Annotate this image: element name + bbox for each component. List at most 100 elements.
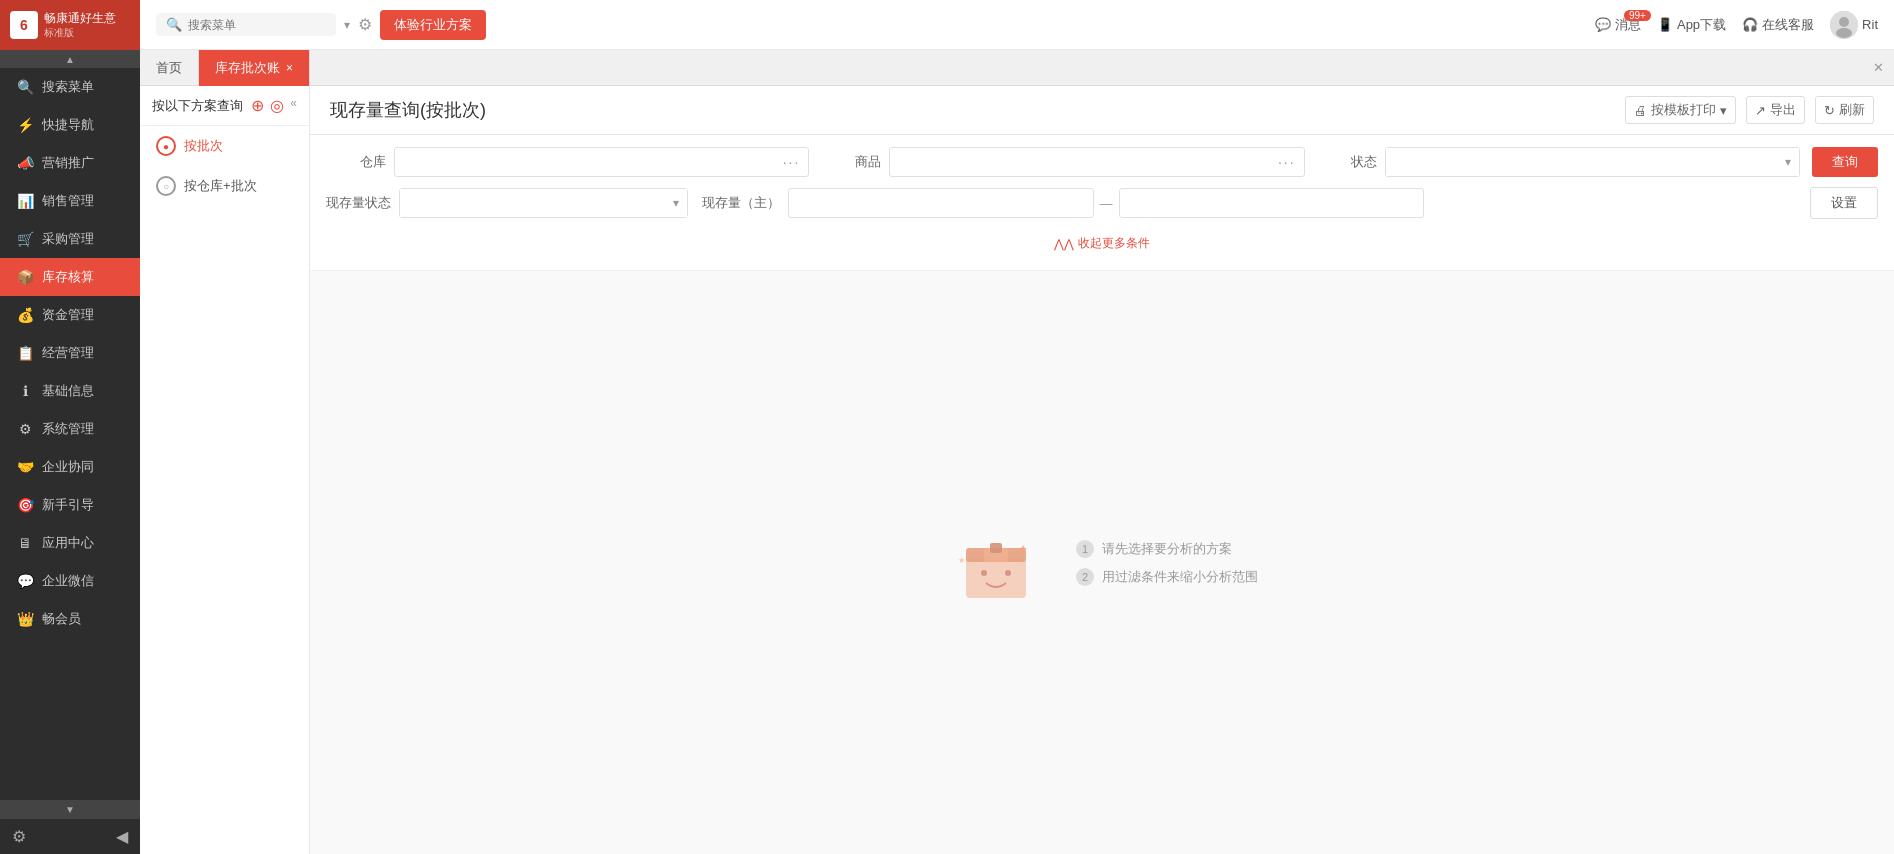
member-icon: 👑: [16, 610, 34, 628]
footer-collapse-icon[interactable]: ◀: [116, 827, 128, 846]
sidebar-item-purchase[interactable]: 🛒 采购管理: [0, 220, 140, 258]
svg-point-8: [1005, 570, 1011, 576]
filter-row-2: 现存量状态 ▾ 现存量（主） —: [326, 187, 1878, 219]
sidebar-item-operations[interactable]: 📋 经营管理: [0, 334, 140, 372]
sidebar-brand: 畅康通好生意 标准版: [44, 10, 116, 41]
topbar-search-box[interactable]: 🔍: [156, 13, 336, 36]
empty-state: ✦ ★ 1 请先选择要分析的方案 2 用过滤条件来缩小分析范围: [310, 271, 1894, 854]
collapse-bar[interactable]: ⋀⋀ 收起更多条件: [326, 229, 1878, 258]
finance-icon: 💰: [16, 306, 34, 324]
refresh-button[interactable]: ↻ 刷新: [1815, 96, 1874, 124]
svg-point-2: [1836, 28, 1852, 38]
collapse-panel-icon[interactable]: «: [290, 96, 297, 115]
inventory-status-select[interactable]: [400, 189, 687, 217]
right-panel: 现存量查询(按批次) 🖨 按模板打印 ▾ ↗ 导出 ↻ 刷新: [310, 86, 1894, 854]
filter-inventory-status: 现存量状态 ▾: [326, 188, 688, 218]
main-area: 🔍 ▾ ⚙ 体验行业方案 💬 消息 99+ 📱 App下载 🎧 在线客服: [140, 0, 1894, 854]
service-icon: 🎧: [1742, 17, 1758, 32]
guide-icon: 🎯: [16, 496, 34, 514]
sidebar-scroll-up[interactable]: ▲: [0, 50, 140, 68]
sidebar-item-wechat[interactable]: 💬 企业微信: [0, 562, 140, 600]
export-button[interactable]: ↗ 导出: [1746, 96, 1805, 124]
sidebar-header: 6 畅康通好生意 标准版: [0, 0, 140, 50]
tab-expand-button[interactable]: ✕: [1863, 60, 1894, 75]
app-download-icon: 📱: [1657, 17, 1673, 32]
filter-area: 仓库 ··· 商品 ···: [310, 135, 1894, 271]
svg-point-7: [981, 570, 987, 576]
page-content: 按以下方案查询 ⊕ ◎ « ● 按批次 ○ 按仓库+批次: [140, 86, 1894, 854]
message-icon: 💬: [1595, 17, 1611, 32]
qty-min-input[interactable]: [788, 188, 1094, 218]
query-button[interactable]: 查询: [1812, 147, 1878, 177]
topbar-chevron-icon[interactable]: ▾: [344, 18, 350, 32]
filter-product: 商品 ···: [821, 147, 1304, 177]
topbar-search-input[interactable]: [188, 18, 308, 32]
print-icon: 🖨: [1634, 103, 1647, 118]
sidebar-scroll-down[interactable]: ▼: [0, 800, 140, 818]
sidebar-item-member[interactable]: 👑 畅会员: [0, 600, 140, 638]
scheme-inactive-dot: ○: [156, 176, 176, 196]
filter-row-1: 仓库 ··· 商品 ···: [326, 147, 1878, 177]
sidebar-item-inventory-label: 库存核算: [42, 268, 94, 286]
product-input-box[interactable]: ···: [889, 147, 1304, 177]
warehouse-input-box[interactable]: ···: [394, 147, 809, 177]
system-icon: ⚙: [16, 420, 34, 438]
sidebar-item-finance[interactable]: 💰 资金管理: [0, 296, 140, 334]
sidebar-item-sales[interactable]: 📊 销售管理: [0, 182, 140, 220]
add-scheme-icon[interactable]: ⊕: [251, 96, 264, 115]
status-select[interactable]: [1386, 148, 1799, 176]
sidebar-item-collab[interactable]: 🤝 企业协同: [0, 448, 140, 486]
settings-scheme-icon[interactable]: ◎: [270, 96, 284, 115]
status-select-wrapper: ▾: [1385, 147, 1800, 177]
messages-button[interactable]: 💬 消息 99+: [1595, 16, 1641, 34]
tab-home[interactable]: 首页: [140, 50, 199, 86]
sidebar-item-finance-label: 资金管理: [42, 306, 94, 324]
print-chevron-icon: ▾: [1720, 103, 1727, 118]
left-panel-items: ● 按批次 ○ 按仓库+批次: [140, 126, 309, 854]
sidebar-item-search-label: 搜索菜单: [42, 78, 94, 96]
sidebar-item-baseinfo-label: 基础信息: [42, 382, 94, 400]
scheme-active-dot: ●: [156, 136, 176, 156]
filter-inventory-qty: 现存量（主） —: [700, 188, 1424, 218]
scheme-item-warehouse-batch[interactable]: ○ 按仓库+批次: [140, 166, 309, 206]
sidebar-item-system[interactable]: ⚙ 系统管理: [0, 410, 140, 448]
inventory-icon: 📦: [16, 268, 34, 286]
sidebar-item-marketing[interactable]: 📣 营销推广: [0, 144, 140, 182]
sidebar-item-baseinfo[interactable]: ℹ 基础信息: [0, 372, 140, 410]
warehouse-dots-icon[interactable]: ···: [783, 154, 801, 170]
sidebar-item-guide[interactable]: 🎯 新手引导: [0, 486, 140, 524]
empty-illustration: ✦ ★: [946, 513, 1046, 613]
user-profile-button[interactable]: Rit: [1830, 11, 1878, 39]
product-dots-icon[interactable]: ···: [1278, 154, 1296, 170]
sidebar-item-search[interactable]: 🔍 搜索菜单: [0, 68, 140, 106]
print-template-button[interactable]: 🖨 按模板打印 ▾: [1625, 96, 1736, 124]
footer-settings-icon[interactable]: ⚙: [12, 827, 26, 846]
online-service-button[interactable]: 🎧 在线客服: [1742, 16, 1814, 34]
topbar-gear-icon[interactable]: ⚙: [358, 15, 372, 34]
sidebar-item-sales-label: 销售管理: [42, 192, 94, 210]
hint-text-2: 用过滤条件来缩小分析范围: [1102, 568, 1258, 586]
left-panel-title: 按以下方案查询: [152, 97, 243, 115]
sidebar-item-quicknav[interactable]: ⚡ 快捷导航: [0, 106, 140, 144]
empty-text: 1 请先选择要分析的方案 2 用过滤条件来缩小分析范围: [1076, 540, 1258, 586]
user-name: Rit: [1862, 17, 1878, 32]
sidebar-item-appcenter[interactable]: 🖥 应用中心: [0, 524, 140, 562]
sidebar-item-collab-label: 企业协同: [42, 458, 94, 476]
scheme-warehouse-batch-label: 按仓库+批次: [184, 177, 257, 195]
qty-max-input[interactable]: [1119, 188, 1425, 218]
settings-button[interactable]: 设置: [1810, 187, 1878, 219]
tab-close-icon[interactable]: ×: [286, 61, 293, 75]
svg-text:✦: ✦: [1018, 542, 1028, 556]
sidebar-footer: ⚙ ◀: [0, 818, 140, 854]
trial-industry-button[interactable]: 体验行业方案: [380, 10, 486, 40]
inventory-status-wrapper: ▾: [399, 188, 688, 218]
sidebar-logo: 6: [10, 11, 38, 39]
tab-inventory-batch[interactable]: 库存批次账 ×: [199, 50, 310, 86]
sidebar-item-inventory[interactable]: 📦 库存核算: [0, 258, 140, 296]
svg-text:★: ★: [958, 556, 965, 565]
scheme-item-batch[interactable]: ● 按批次: [140, 126, 309, 166]
app-download-button[interactable]: 📱 App下载: [1657, 16, 1726, 34]
tabbar: 首页 库存批次账 × ✕: [140, 50, 1894, 86]
refresh-icon: ↻: [1824, 103, 1835, 118]
export-icon: ↗: [1755, 103, 1766, 118]
